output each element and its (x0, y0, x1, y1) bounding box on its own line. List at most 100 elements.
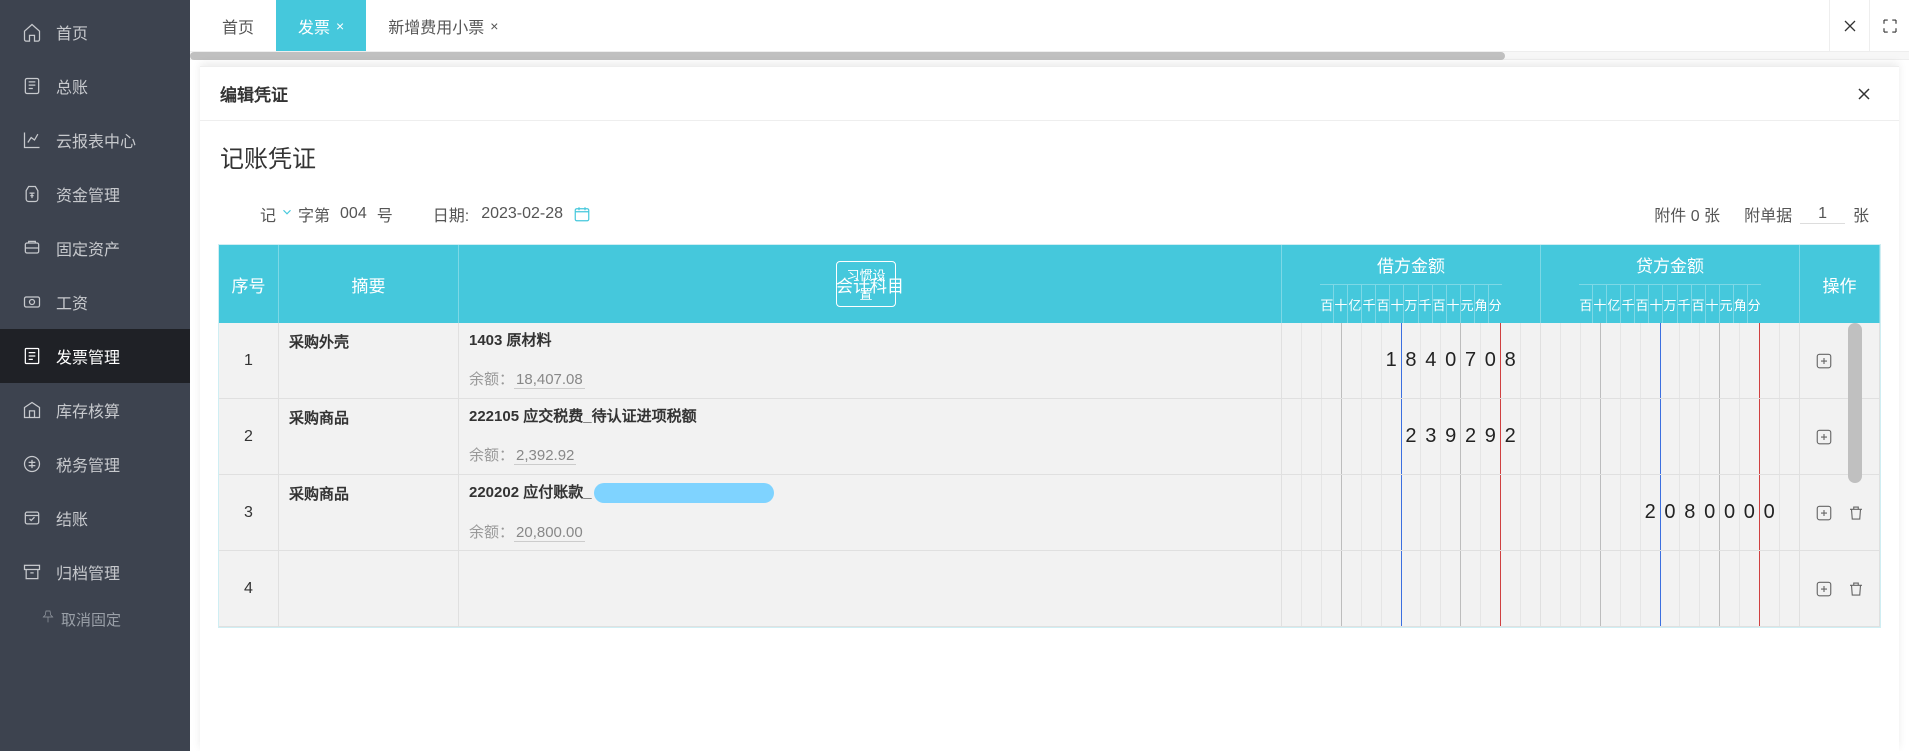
digit-header-cell: 角 (1734, 285, 1748, 323)
invoice-icon (18, 345, 46, 367)
row-summary[interactable] (279, 551, 459, 626)
row-credit-amount[interactable] (1541, 323, 1800, 398)
digit-header-cell: 元 (1461, 285, 1475, 323)
archive-icon (18, 561, 46, 583)
tab-bar: 首页发票×新增费用小票× (190, 0, 1909, 52)
panel-title: 编辑凭证 (220, 81, 288, 106)
sidebar-item-money[interactable]: 资金管理 (0, 167, 190, 221)
account-text[interactable]: 222105 应交税费_待认证进项税额 (469, 405, 1271, 426)
sidebar-item-close-period[interactable]: 结账 (0, 491, 190, 545)
digit-header-cell: 千 (1419, 285, 1433, 323)
row-credit-amount[interactable] (1541, 551, 1800, 626)
sidebar-item-label: 归档管理 (56, 560, 120, 584)
digit-header-cell: 亿 (1607, 285, 1621, 323)
sidebar-item-chart[interactable]: 云报表中心 (0, 113, 190, 167)
chart-icon (18, 129, 46, 151)
voucher-row: 1采购外壳1403 原材料余额：18,407.081840708 (219, 323, 1880, 399)
sidebar-item-salary[interactable]: 工资 (0, 275, 190, 329)
attachment-count-label[interactable]: 附件 0 张 (1654, 202, 1720, 226)
digit-header-cell: 百 (1376, 285, 1390, 323)
home-icon (18, 21, 46, 43)
account-text[interactable]: 220202 应付账款_ (469, 481, 1271, 503)
row-summary[interactable]: 采购商品 (279, 399, 459, 474)
attach-doc-label: 附单据 (1744, 202, 1792, 226)
col-header-ops: 操作 (1800, 245, 1880, 323)
close-tab-button[interactable] (1829, 0, 1869, 51)
row-credit-amount[interactable]: 2080000 (1541, 475, 1800, 550)
tab-label: 首页 (222, 14, 254, 38)
table-vertical-scrollbar[interactable] (1848, 323, 1862, 627)
digit-header-cell: 十 (1649, 285, 1663, 323)
tab-发票[interactable]: 发票× (276, 0, 366, 51)
digit-header-cell: 千 (1621, 285, 1635, 323)
fullscreen-button[interactable] (1869, 0, 1909, 51)
balance-line: 余额：2,392.92 (469, 444, 1271, 465)
digit-header-cell: 十 (1390, 285, 1404, 323)
digit-header-cell: 千 (1678, 285, 1692, 323)
account-text[interactable]: 1403 原材料 (469, 329, 1271, 350)
row-account[interactable]: 220202 应付账款_ 余额：20,800.00 (459, 475, 1282, 550)
digit-header-cell: 万 (1663, 285, 1677, 323)
sidebar-item-invoice[interactable]: 发票管理 (0, 329, 190, 383)
row-account[interactable]: 222105 应交税费_待认证进项税额余额：2,392.92 (459, 399, 1282, 474)
digit-header-cell: 百 (1320, 285, 1334, 323)
sidebar-item-label: 工资 (56, 290, 88, 314)
document-title: 记账凭证 (200, 121, 1899, 192)
row-debit-amount[interactable] (1282, 475, 1541, 550)
add-row-button[interactable] (1813, 578, 1835, 600)
pin-off-icon (40, 609, 56, 629)
row-credit-amount[interactable] (1541, 399, 1800, 474)
row-account[interactable]: 1403 原材料余额：18,407.08 (459, 323, 1282, 398)
add-row-button[interactable] (1813, 502, 1835, 524)
sidebar-item-inventory[interactable]: 库存核算 (0, 383, 190, 437)
add-row-button[interactable] (1813, 426, 1835, 448)
col-header-account: 会计科目 习惯设置 (459, 245, 1282, 323)
sidebar-item-ledger[interactable]: 总账 (0, 59, 190, 113)
add-row-button[interactable] (1813, 350, 1835, 372)
close-icon[interactable]: × (336, 18, 344, 34)
row-debit-amount[interactable] (1282, 551, 1541, 626)
row-debit-amount[interactable]: 1840708 (1282, 323, 1541, 398)
digit-header-cell: 十 (1334, 285, 1348, 323)
unpin-label: 取消固定 (61, 609, 121, 630)
row-summary[interactable]: 采购商品 (279, 475, 459, 550)
sidebar-item-archive[interactable]: 归档管理 (0, 545, 190, 599)
close-period-icon (18, 507, 46, 529)
digit-header-cell: 百 (1692, 285, 1706, 323)
salary-icon (18, 291, 46, 313)
attach-doc-count-input[interactable]: 1 (1800, 205, 1845, 224)
sidebar-item-label: 云报表中心 (56, 128, 136, 152)
digit-header-cell: 十 (1706, 285, 1720, 323)
asset-icon (18, 237, 46, 259)
date-value[interactable]: 2023-02-28 (481, 205, 563, 223)
balance-line: 余额：20,800.00 (469, 521, 1271, 542)
row-debit-amount[interactable]: 239292 (1282, 399, 1541, 474)
digit-header-cell: 分 (1489, 285, 1502, 323)
close-panel-button[interactable] (1849, 79, 1879, 109)
sidebar-item-asset[interactable]: 固定资产 (0, 221, 190, 275)
close-icon[interactable]: × (490, 18, 498, 34)
voucher-type-label[interactable]: 记 (260, 202, 276, 226)
voucher-row: 4 (219, 551, 1880, 627)
calendar-icon[interactable] (573, 205, 591, 223)
digit-header-cell: 分 (1748, 285, 1761, 323)
row-summary[interactable]: 采购外壳 (279, 323, 459, 398)
sidebar-item-tax[interactable]: 税务管理 (0, 437, 190, 491)
sidebar-item-home[interactable]: 首页 (0, 5, 190, 59)
chevron-down-icon[interactable] (280, 205, 294, 224)
unpin-sidebar-button[interactable]: 取消固定 (0, 599, 190, 639)
voucher-number-input[interactable]: 004 (330, 205, 377, 224)
digit-header-cell: 角 (1475, 285, 1489, 323)
row-account[interactable] (459, 551, 1282, 626)
date-label: 日期: (433, 202, 469, 226)
habit-settings-button[interactable]: 习惯设置 (836, 261, 896, 307)
edit-voucher-panel: 编辑凭证 记账凭证 记 字第 004 号 日期: (200, 66, 1899, 751)
balance-line: 余额：18,407.08 (469, 368, 1271, 389)
sidebar-item-label: 首页 (56, 20, 88, 44)
horizontal-scrollbar[interactable] (190, 52, 1909, 60)
sidebar: 首页总账云报表中心资金管理固定资产工资发票管理库存核算税务管理结账归档管理 取消… (0, 0, 190, 751)
sidebar-item-label: 总账 (56, 74, 88, 98)
row-ops (1800, 399, 1880, 474)
tab-首页[interactable]: 首页 (200, 0, 276, 51)
tab-新增费用小票[interactable]: 新增费用小票× (366, 0, 520, 51)
